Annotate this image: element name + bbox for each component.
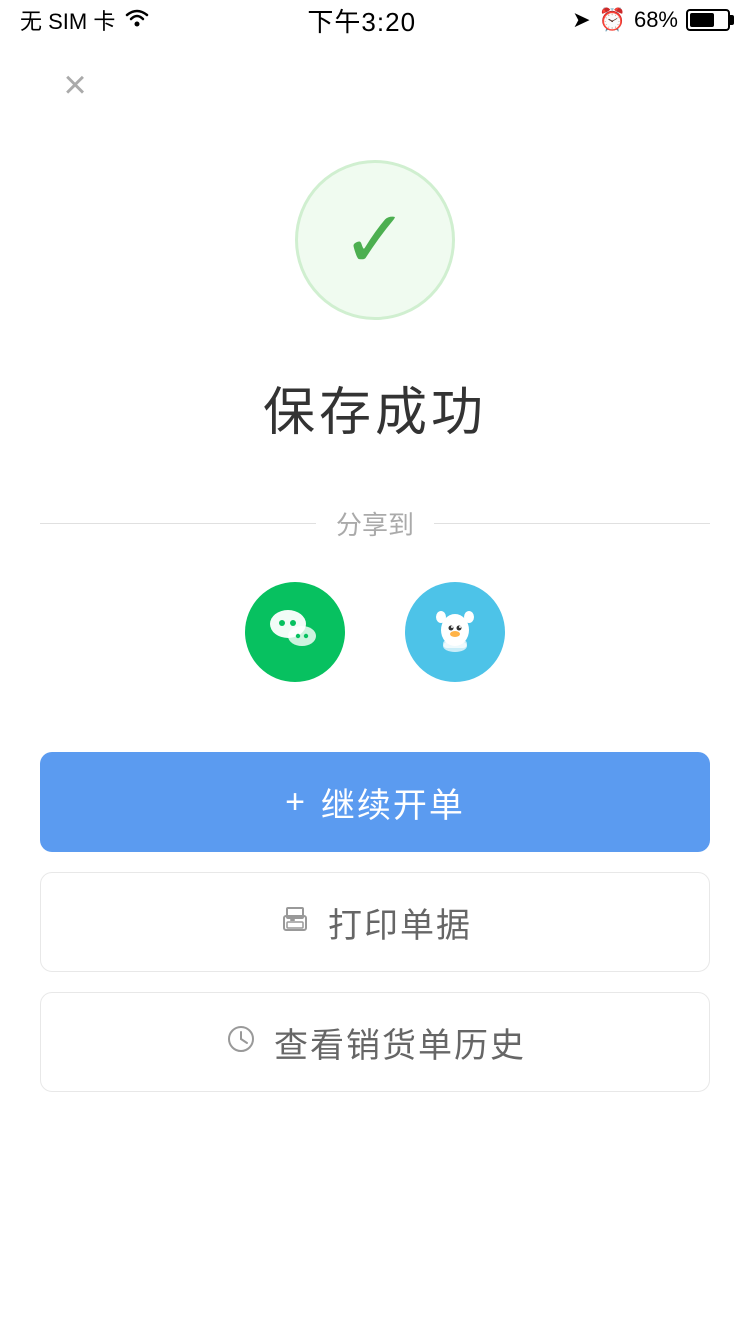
success-circle: ✓ [295,160,455,320]
battery-icon [686,9,730,31]
success-title: 保存成功 [263,370,487,445]
sim-status: 无 SIM 卡 [20,4,115,36]
share-label: 分享到 [336,505,414,542]
qq-icon [425,602,485,662]
qq-share-button[interactable] [405,582,505,682]
history-button[interactable]: 查看销货单历史 [40,992,710,1092]
alarm-icon: ⏰ [599,7,626,33]
divider-left [40,523,316,524]
share-divider: 分享到 [40,505,710,542]
history-label: 查看销货单历史 [274,1018,526,1067]
continue-order-button[interactable]: + 继续开单 [40,752,710,852]
wifi-icon [123,6,151,34]
status-bar: 无 SIM 卡 下午3:20 ➤ ⏰ 68% [0,0,750,40]
clock-icon [224,1022,258,1062]
wechat-icon [265,602,325,662]
status-right: ➤ ⏰ 68% [572,7,730,33]
battery-percentage: 68% [634,7,678,33]
close-x-icon: × [63,65,86,105]
main-content: × ✓ 保存成功 分享到 [0,40,750,1334]
actions: + 继续开单 打印单据 [40,752,710,1092]
status-time: 下午3:20 [307,2,416,39]
printer-icon [278,902,312,942]
close-button-area: × [40,40,710,120]
plus-icon: + [285,785,305,819]
print-label: 打印单据 [328,898,472,947]
continue-order-label: 继续开单 [321,778,465,827]
close-button[interactable]: × [50,60,100,110]
divider-right [434,523,710,524]
wechat-share-button[interactable] [245,582,345,682]
share-section: 分享到 [40,505,710,682]
print-button[interactable]: 打印单据 [40,872,710,972]
location-icon: ➤ [572,7,590,33]
status-left: 无 SIM 卡 [20,4,151,36]
share-icons [40,582,710,682]
checkmark-icon: ✓ [341,200,408,280]
